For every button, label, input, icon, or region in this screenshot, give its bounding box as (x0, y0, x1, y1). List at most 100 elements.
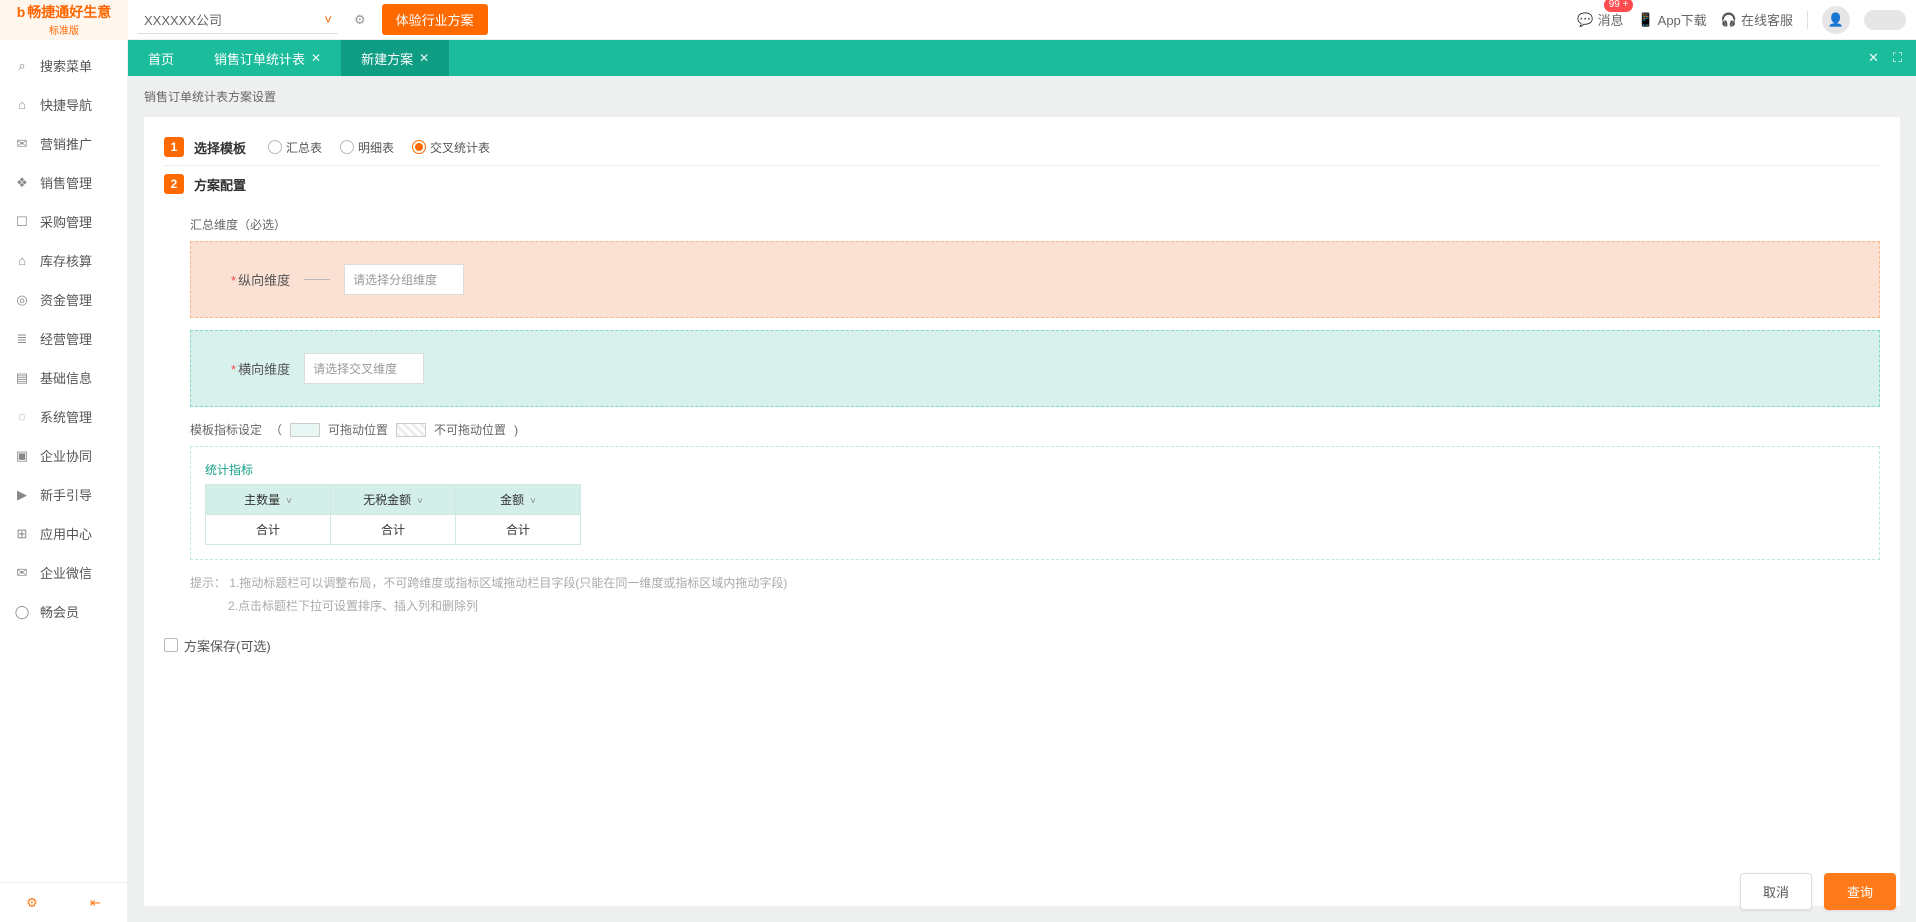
not-draggable-swatch-icon (396, 423, 426, 437)
not-draggable-legend: 不可拖动位置 (434, 421, 506, 438)
sidebar-item-biz[interactable]: ≣经营管理 (0, 319, 127, 358)
search-icon: ⌕ (14, 58, 30, 74)
metrics-title: 统计指标 (205, 461, 1865, 478)
sidebar-item-label: 快捷导航 (40, 95, 92, 114)
horizontal-dim-select[interactable]: 请选择交叉维度 (304, 353, 424, 384)
brand-mark-icon: b (17, 4, 26, 20)
metrics-legend: 模板指标设定 （ 可拖动位置 不可拖动位置 ) (190, 421, 1880, 438)
close-all-icon[interactable]: ✕ (1864, 46, 1883, 70)
config-panel: 1 选择模板 汇总表明细表交叉统计表 2 方案配置 汇总维度（必选） *纵向维度… (144, 117, 1900, 906)
online-service-link[interactable]: 🎧 在线客服 (1721, 10, 1793, 29)
template-radio[interactable]: 汇总表 (268, 139, 322, 156)
apps-icon: ⊞ (14, 526, 30, 542)
sidebar-item-member[interactable]: ◯畅会员 (0, 592, 127, 631)
template-radio[interactable]: 明细表 (340, 139, 394, 156)
brand-logo[interactable]: b 畅捷通好生意 标准版 (0, 0, 128, 40)
base-icon: ▤ (14, 370, 30, 386)
sidebar-item-label: 搜索菜单 (40, 56, 92, 75)
sales-icon: ❖ (14, 175, 30, 191)
message-icon: 💬 (1577, 12, 1593, 28)
tab[interactable]: 新建方案✕ (341, 40, 449, 76)
messages-link[interactable]: 💬 消息 99 + (1577, 10, 1623, 29)
close-icon[interactable]: ✕ (311, 51, 321, 65)
member-icon: ◯ (14, 604, 30, 620)
settings-icon[interactable]: ⚙ (26, 895, 38, 911)
save-optional-row: 方案保存(可选) (164, 636, 1880, 655)
step2-title: 方案配置 (194, 175, 246, 194)
sidebar-item-collab[interactable]: ▣企业协同 (0, 436, 127, 475)
sidebar-item-search[interactable]: ⌕ 搜索菜单 (0, 46, 127, 85)
query-button[interactable]: 查询 (1824, 873, 1896, 910)
sidebar-item-sales[interactable]: ❖ 销售管理 (0, 163, 127, 202)
sidebar-item-label: 应用中心 (40, 524, 92, 543)
divider (1807, 11, 1808, 29)
metrics-col-header[interactable]: 金额˅ (456, 485, 581, 515)
sidebar-item-purchase[interactable]: ☐采购管理 (0, 202, 127, 241)
user-menu[interactable] (1864, 10, 1906, 30)
tabs-bar: 首页 销售订单统计表✕新建方案✕ ✕ ⛶ (128, 40, 1916, 76)
sidebar-item-megaphone[interactable]: ✉营销推广 (0, 124, 127, 163)
radio-icon (268, 140, 282, 154)
messages-label: 消息 (1597, 10, 1623, 29)
sidebar-item-home[interactable]: ⌂快捷导航 (0, 85, 127, 124)
phone-icon: 📱 (1637, 12, 1653, 28)
sidebar-item-guide[interactable]: ▶新手引导 (0, 475, 127, 514)
horizontal-dimension-block: *横向维度 请选择交叉维度 (190, 330, 1880, 407)
company-select[interactable]: XXXXXX公司 ˅ (138, 6, 338, 34)
metrics-col-label: 无税金额 (363, 493, 411, 507)
wechat-icon: ✉ (14, 565, 30, 581)
summary-dim-title: 汇总维度（必选） (190, 216, 1880, 233)
hints-prefix: 提示： (190, 576, 226, 590)
headset-icon: 🎧 (1721, 12, 1737, 28)
metrics-col-header[interactable]: 主数量˅ (206, 485, 331, 515)
cancel-button[interactable]: 取消 (1740, 873, 1812, 910)
horizontal-dim-label: *横向维度 (231, 359, 290, 378)
topbar-left: b 畅捷通好生意 标准版 XXXXXX公司 ˅ ⚙ 体验行业方案 (0, 0, 488, 40)
sidebar-item-base[interactable]: ▤基础信息 (0, 358, 127, 397)
vertical-dim-select[interactable]: 请选择分组维度 (344, 264, 464, 295)
try-industry-button[interactable]: 体验行业方案 (382, 4, 488, 35)
metrics-total-row: 合计合计合计 (206, 515, 581, 545)
messages-badge: 99 + (1604, 0, 1634, 12)
step1-title: 选择模板 (194, 138, 246, 157)
radio-label: 交叉统计表 (430, 139, 490, 156)
vertical-dim-label: *纵向维度 (231, 270, 290, 289)
radio-icon (412, 140, 426, 154)
tab[interactable]: 销售订单统计表✕ (194, 40, 341, 76)
sidebar-item-label: 营销推广 (40, 134, 92, 153)
sidebar-item-warehouse[interactable]: ⌂库存核算 (0, 241, 127, 280)
sidebar-item-label: 资金管理 (40, 290, 92, 309)
sidebar-item-system[interactable]: ◌系统管理 (0, 397, 127, 436)
step2-badge: 2 (164, 174, 184, 194)
sidebar-item-label: 销售管理 (40, 173, 92, 192)
save-optional-checkbox[interactable] (164, 638, 178, 652)
user-avatar[interactable]: 👤 (1822, 6, 1850, 34)
metrics-head-row: 主数量˅无税金额˅金额˅ (206, 485, 581, 515)
company-name: XXXXXX公司 (144, 10, 222, 29)
system-icon: ◌ (14, 409, 30, 424)
metrics-total-cell: 合计 (456, 515, 581, 545)
step2-row: 2 方案配置 (164, 166, 1880, 202)
sidebar-item-label: 企业协同 (40, 446, 92, 465)
sidebar-item-funds[interactable]: ◎资金管理 (0, 280, 127, 319)
close-icon[interactable]: ✕ (419, 51, 429, 65)
sidebar-item-apps[interactable]: ⊞ 应用中心 (0, 514, 127, 553)
metrics-col-header[interactable]: 无税金额˅ (331, 485, 456, 515)
breadcrumb: 销售订单统计表方案设置 (128, 76, 1916, 117)
template-radio[interactable]: 交叉统计表 (412, 139, 490, 156)
sidebar-item-wechat[interactable]: ✉企业微信 (0, 553, 127, 592)
workspace: 首页销售订单统计表✕新建方案✕ ✕ ⛶ 销售订单统计表方案设置 1 选择模板 汇… (128, 40, 1916, 922)
tab[interactable]: 首页 (128, 40, 194, 76)
shell: ⌕搜索菜单⌂快捷导航✉营销推广❖销售管理☐采购管理⌂库存核算◎资金管理≣经营管理… (0, 40, 1916, 922)
chevron-down-icon: ˅ (530, 496, 536, 507)
collapse-icon[interactable]: ⇤ (90, 895, 101, 911)
settings-gear-icon[interactable]: ⚙ (348, 12, 372, 28)
step1-row: 1 选择模板 汇总表明细表交叉统计表 (164, 129, 1880, 166)
hints: 提示： 1.拖动标题栏可以调整布局，不可跨维度或指标区域拖动栏目字段(只能在同一… (190, 572, 1880, 618)
app-download-link[interactable]: 📱 App下载 (1637, 10, 1706, 29)
fullscreen-icon[interactable]: ⛶ (1889, 46, 1906, 70)
hint-line2: 2.点击标题栏下拉可设置排序、插入列和删除列 (190, 595, 1880, 618)
dash-icon (304, 279, 330, 280)
radio-label: 明细表 (358, 139, 394, 156)
tab-label: 首页 (148, 49, 174, 68)
